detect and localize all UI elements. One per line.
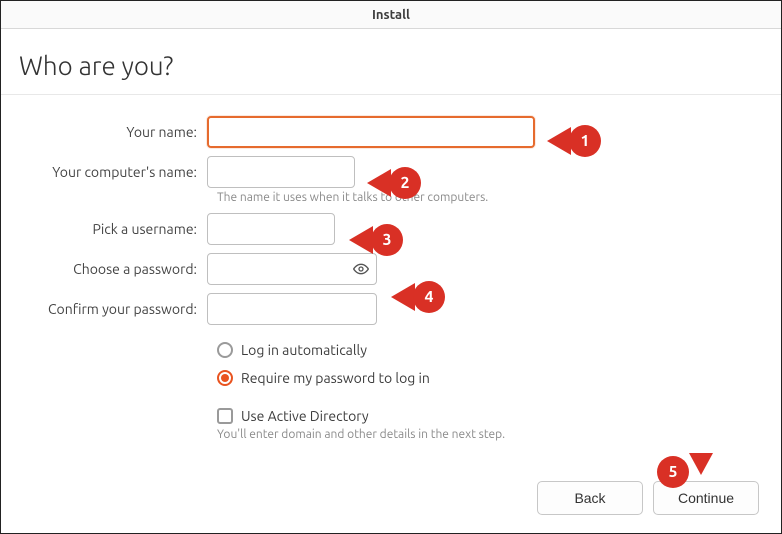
computer-name-label: Your computer's name: [1,164,207,180]
name-label: Your name: [1,124,207,140]
back-button[interactable]: Back [537,481,643,515]
confirm-password-input[interactable] [207,293,377,325]
computer-name-hint: The name it uses when it talks to other … [1,191,781,204]
active-directory-hint: You'll enter domain and other details in… [1,428,781,441]
checkbox-icon [217,408,233,424]
active-directory-label: Use Active Directory [241,408,369,424]
page-heading: Who are you? [1,29,781,95]
show-password-icon[interactable] [353,261,369,277]
footer-buttons: Back Continue [537,481,759,515]
require-password-option[interactable]: Require my password to log in [217,364,781,392]
password-label: Choose a password: [1,261,207,277]
password-input[interactable] [207,253,377,285]
autologin-label: Log in automatically [241,342,367,358]
name-input[interactable] [207,116,535,148]
window-title: Install [1,1,781,29]
radio-checked-icon [217,370,233,386]
confirm-password-label: Confirm your password: [1,301,207,317]
user-form: Your name: Your computer's name: The nam… [1,95,781,441]
active-directory-option[interactable]: Use Active Directory [217,402,781,430]
username-input[interactable] [207,213,335,245]
username-label: Pick a username: [1,221,207,237]
computer-name-input[interactable] [207,156,355,188]
autologin-option[interactable]: Log in automatically [217,336,781,364]
require-password-label: Require my password to log in [241,370,430,386]
radio-icon [217,342,233,358]
continue-button[interactable]: Continue [653,481,759,515]
